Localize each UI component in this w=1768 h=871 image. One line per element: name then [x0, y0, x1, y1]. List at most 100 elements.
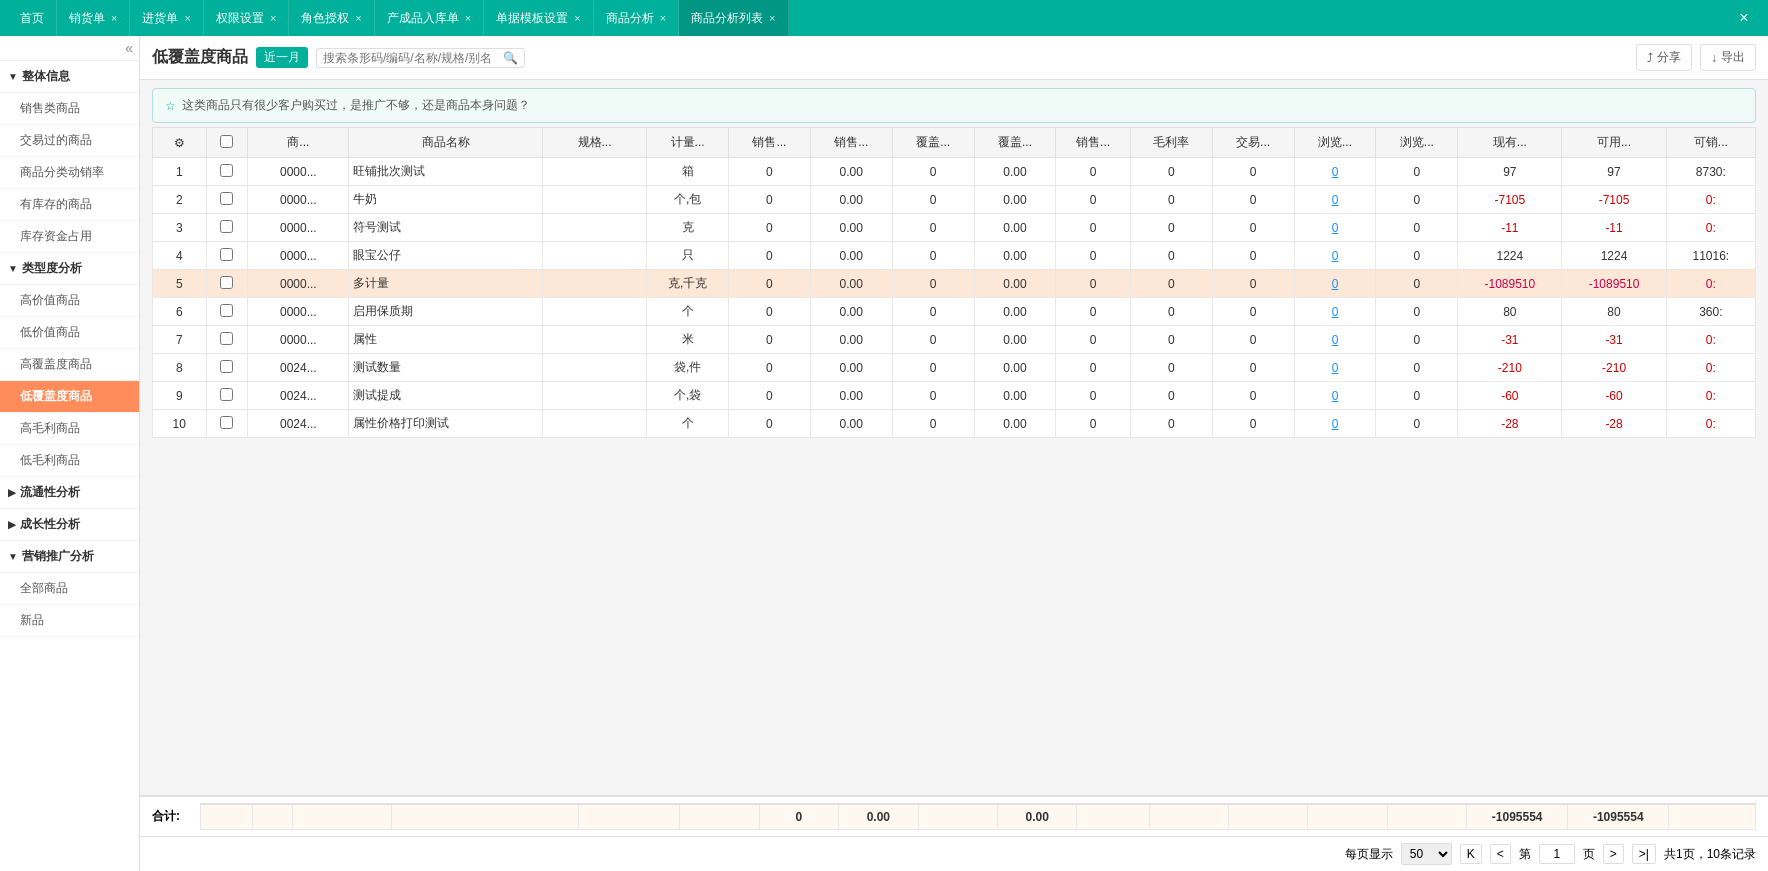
prev-page-button[interactable]: <	[1490, 844, 1511, 864]
nav-purchase-order[interactable]: 进货单 ×	[130, 0, 203, 36]
nav-permission-settings[interactable]: 权限设置 ×	[204, 0, 289, 36]
nav-sales-order[interactable]: 销货单 ×	[57, 0, 130, 36]
table-cell: 0.00	[810, 186, 892, 214]
row-checkbox[interactable]	[220, 304, 233, 317]
sidebar-group-overall[interactable]: ▼ 整体信息	[0, 61, 139, 93]
table-cell: 0	[728, 382, 810, 410]
nav-home[interactable]: 首页	[8, 0, 57, 36]
table-cell: 多计量	[349, 270, 542, 298]
sidebar-item-low-value[interactable]: 低价值商品	[0, 317, 139, 349]
sidebar-group-liquidity[interactable]: ▶ 流通性分析	[0, 477, 139, 509]
first-page-button[interactable]: K	[1460, 844, 1482, 864]
table-cell: 0	[892, 186, 974, 214]
settings-icon[interactable]: ⚙	[174, 136, 185, 150]
total-empty6	[680, 804, 759, 830]
close-icon[interactable]: ×	[270, 12, 276, 24]
row-checkbox[interactable]	[220, 248, 233, 261]
table-cell: -60	[1562, 382, 1666, 410]
table-header-row: ⚙ 商... 商品名称 规格... 计量... 销售... 销售... 覆盖..…	[153, 128, 1756, 158]
sidebar-item-stock-goods[interactable]: 有库存的商品	[0, 189, 139, 221]
nav-finished-goods[interactable]: 产成品入库单 ×	[375, 0, 484, 36]
search-input[interactable]	[323, 51, 503, 65]
page-size-select[interactable]: 50 100	[1401, 843, 1452, 865]
close-icon[interactable]: ×	[465, 12, 471, 24]
sidebar-group-type-analysis[interactable]: ▼ 类型度分析	[0, 253, 139, 285]
close-icon[interactable]: ×	[660, 12, 666, 24]
export-button[interactable]: ↓ 导出	[1700, 44, 1756, 71]
footer-label: 合计:	[152, 808, 180, 825]
nav-role-auth[interactable]: 角色授权 ×	[289, 0, 374, 36]
row-checkbox[interactable]	[220, 220, 233, 233]
sidebar-item-new-goods[interactable]: 新品	[0, 605, 139, 637]
sidebar-item-sales-goods[interactable]: 销售类商品	[0, 93, 139, 125]
share-button[interactable]: ⤴ 分享	[1636, 44, 1692, 71]
close-icon[interactable]: ×	[184, 12, 190, 24]
row-checkbox[interactable]	[220, 360, 233, 373]
table-row: 20000...牛奶个,包00.0000.0000000-7105-71050:	[153, 186, 1756, 214]
footer-table: 0 0.00 0.00 -1095554 -1095554	[200, 803, 1756, 830]
table-cell: 0	[1294, 298, 1376, 326]
sidebar-item-high-margin[interactable]: 高毛利商品	[0, 413, 139, 445]
sidebar-item-traded-goods[interactable]: 交易过的商品	[0, 125, 139, 157]
next-page-button[interactable]: >	[1603, 844, 1624, 864]
total-empty12	[1387, 804, 1466, 830]
table-cell: 0	[728, 410, 810, 438]
nav-product-analysis-list[interactable]: 商品分析列表 ×	[679, 0, 788, 36]
close-icon[interactable]: ×	[355, 12, 361, 24]
sidebar-item-high-coverage[interactable]: 高覆盖度商品	[0, 349, 139, 381]
col-avail-header: 可用...	[1562, 128, 1666, 158]
row-checkbox[interactable]	[220, 332, 233, 345]
sidebar-item-high-value[interactable]: 高价值商品	[0, 285, 139, 317]
row-checkbox[interactable]	[220, 192, 233, 205]
search-icon[interactable]: 🔍	[503, 51, 518, 65]
nav-template-settings[interactable]: 单据模板设置 ×	[484, 0, 593, 36]
close-icon[interactable]: ×	[769, 12, 775, 24]
nav-product-analysis[interactable]: 商品分析 ×	[594, 0, 679, 36]
window-close-button[interactable]: ×	[1728, 0, 1760, 36]
table-cell: 0	[1056, 382, 1130, 410]
table-row: 100024...属性价格打印测试个00.0000.0000000-28-280…	[153, 410, 1756, 438]
period-button[interactable]: 近一月	[256, 47, 308, 68]
table-cell: 8730:	[1666, 158, 1755, 186]
table-cell: 0.00	[810, 242, 892, 270]
sidebar-collapse-button[interactable]: «	[125, 40, 133, 56]
table-cell: 0024...	[248, 410, 349, 438]
sidebar-item-all-goods[interactable]: 全部商品	[0, 573, 139, 605]
select-all-checkbox[interactable]	[220, 135, 233, 148]
table-cell: 0.00	[974, 158, 1056, 186]
page-number-input[interactable]	[1539, 844, 1575, 864]
total-empty11	[1308, 804, 1387, 830]
table-cell: 0	[1376, 326, 1458, 354]
table-cell: -7105	[1562, 186, 1666, 214]
table-cell: 0	[1056, 158, 1130, 186]
table-cell: 0000...	[248, 298, 349, 326]
table-cell: 0	[1056, 326, 1130, 354]
close-icon[interactable]: ×	[574, 12, 580, 24]
sidebar-item-stock-capital[interactable]: 库存资金占用	[0, 221, 139, 253]
table-cell	[542, 270, 646, 298]
table-row: 10000...旺铺批次测试箱00.0000.000000097978730:	[153, 158, 1756, 186]
sidebar-item-low-coverage[interactable]: 低覆盖度商品	[0, 381, 139, 413]
sidebar-item-category-rate[interactable]: 商品分类动销率	[0, 157, 139, 189]
col-checkbox-header[interactable]	[206, 128, 248, 158]
table-cell: 0	[1056, 186, 1130, 214]
table-cell: 0	[728, 354, 810, 382]
table-cell: 0000...	[248, 158, 349, 186]
table-cell: 0.00	[974, 382, 1056, 410]
table-wrapper[interactable]: ⚙ 商... 商品名称 规格... 计量... 销售... 销售... 覆盖..…	[140, 127, 1768, 795]
close-icon[interactable]: ×	[111, 12, 117, 24]
row-checkbox[interactable]	[220, 416, 233, 429]
row-checkbox[interactable]	[220, 388, 233, 401]
table-cell: 0	[1212, 158, 1294, 186]
table-cell: -28	[1562, 410, 1666, 438]
table-cell: -28	[1458, 410, 1562, 438]
table-cell	[206, 354, 248, 382]
row-checkbox[interactable]	[220, 164, 233, 177]
col-settings[interactable]: ⚙	[153, 128, 207, 158]
table-cell	[206, 242, 248, 270]
sidebar-group-growth[interactable]: ▶ 成长性分析	[0, 509, 139, 541]
sidebar-group-marketing[interactable]: ▼ 营销推广分析	[0, 541, 139, 573]
sidebar-item-low-margin[interactable]: 低毛利商品	[0, 445, 139, 477]
row-checkbox[interactable]	[220, 276, 233, 289]
last-page-button[interactable]: >|	[1632, 844, 1656, 864]
